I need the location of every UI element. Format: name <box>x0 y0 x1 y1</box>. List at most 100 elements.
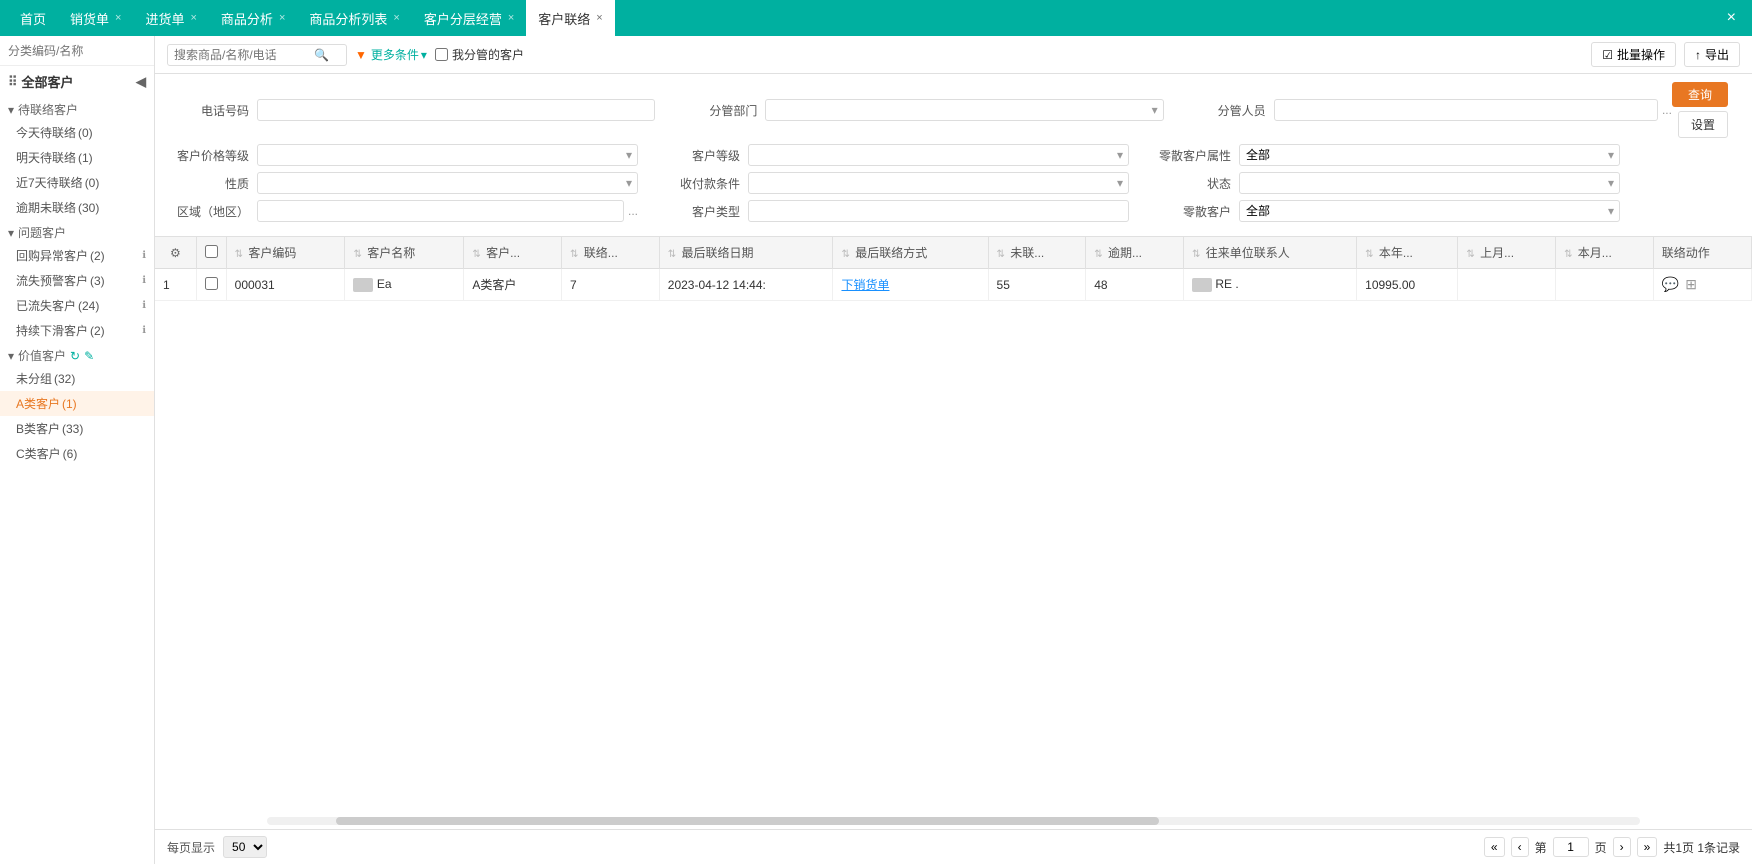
sidebar-item-class-a[interactable]: A类客户 (1) <box>0 391 154 416</box>
edit-icon[interactable]: ✎ <box>84 349 94 363</box>
nav-tab-customersegment[interactable]: 客户分层经营 × <box>412 0 526 36</box>
page-size-select[interactable]: 50 <box>223 836 267 858</box>
gear-header[interactable]: ⚙ <box>155 237 196 269</box>
last-page-button[interactable]: » <box>1637 837 1658 857</box>
person-dots[interactable]: ... <box>1662 103 1672 117</box>
comment-icon[interactable]: 💬 <box>1662 276 1679 293</box>
more-conditions-button[interactable]: ▼ 更多条件 ▾ <box>355 46 427 63</box>
sort-icon-contact[interactable]: ⇅ <box>570 249 578 260</box>
info-icon-4[interactable]: ℹ <box>142 325 146 336</box>
sidebar-item-tomorrow-pending[interactable]: 明天待联络 (1) <box>0 145 154 170</box>
sidebar-item-class-c[interactable]: C类客户 (6) <box>0 441 154 466</box>
settings-button[interactable]: 设置 <box>1678 111 1728 138</box>
sidebar-item-7days-pending[interactable]: 近7天待联络 (0) <box>0 170 154 195</box>
dots-icon: ⠿ <box>8 74 18 90</box>
sidebar-item-overdue-contact[interactable]: 逾期未联络 (30) <box>0 195 154 220</box>
sort-icon-lastway[interactable]: ⇅ <box>841 249 849 260</box>
export-button[interactable]: ↑ 导出 <box>1684 42 1740 67</box>
scatter-customer-wrapper: 全部 <box>1239 200 1620 222</box>
close-icon-productanalysis[interactable]: × <box>279 12 285 24</box>
nav-tab-purchaseorder[interactable]: 进货单 × <box>133 0 208 36</box>
sort-icon-name[interactable]: ⇅ <box>353 249 361 260</box>
my-customers-filter[interactable]: 我分管的客户 <box>435 46 524 63</box>
status-select[interactable] <box>1239 172 1620 194</box>
nature-select[interactable] <box>257 172 638 194</box>
scatter-attr-select[interactable]: 全部 <box>1239 144 1620 166</box>
all-customers-header[interactable]: ⠿ 全部客户 ◀ <box>0 66 154 97</box>
payment-wrapper <box>748 172 1129 194</box>
global-close-button[interactable]: × <box>1719 9 1744 27</box>
refresh-icon[interactable]: ↻ <box>70 349 80 363</box>
sidebar-item-ungrouped[interactable]: 未分组 (32) <box>0 366 154 391</box>
payment-select[interactable] <box>748 172 1129 194</box>
sidebar-item-class-b[interactable]: B类客户 (33) <box>0 416 154 441</box>
sort-icon-nocontact[interactable]: ⇅ <box>997 249 1005 260</box>
sidebar-item-repurchase-abnormal[interactable]: 回购异常客户 (2) ℹ <box>0 243 154 268</box>
price-level-select[interactable] <box>257 144 638 166</box>
close-icon-customersegment[interactable]: × <box>508 12 514 24</box>
filter-search-icon[interactable]: 🔍 <box>314 48 329 62</box>
scrollbar-thumb[interactable] <box>336 817 1160 825</box>
phone-input[interactable] <box>257 99 655 121</box>
select-all-checkbox[interactable] <box>205 245 218 258</box>
my-customers-checkbox[interactable] <box>435 48 448 61</box>
close-icon-salesorder[interactable]: × <box>115 12 121 24</box>
page-input[interactable] <box>1553 837 1589 857</box>
first-page-button[interactable]: « <box>1484 837 1505 857</box>
info-icon-2[interactable]: ℹ <box>142 275 146 286</box>
sidebar-item-today-pending[interactable]: 今天待联络 (0) <box>0 120 154 145</box>
query-button[interactable]: 查询 <box>1672 82 1728 107</box>
close-icon-purchaseorder[interactable]: × <box>190 12 196 24</box>
next-page-button[interactable]: › <box>1613 837 1631 857</box>
nav-home[interactable]: 首页 <box>8 0 58 36</box>
filter-search-input[interactable] <box>174 48 314 62</box>
horizontal-scrollbar[interactable] <box>267 817 1640 825</box>
sidebar-search-input[interactable] <box>8 44 155 58</box>
share-icon[interactable]: ⊞ <box>1685 276 1697 293</box>
batch-operation-button[interactable]: ☑ 批量操作 <box>1591 42 1676 67</box>
sidebar-item-churned[interactable]: 已流失客户 (24) ℹ <box>0 293 154 318</box>
checkbox-header[interactable] <box>196 237 226 269</box>
row-contact-count: 7 <box>562 269 660 301</box>
nav-tab-productanalysis[interactable]: 商品分析 × <box>209 0 297 36</box>
scatter-customer-select[interactable]: 全部 <box>1239 200 1620 222</box>
row-this-year: 10995.00 <box>1357 269 1458 301</box>
prev-page-button[interactable]: ‹ <box>1511 837 1529 857</box>
sidebar-item-declining[interactable]: 持续下滑客户 (2) ℹ <box>0 318 154 343</box>
col-header-type: ⇅ 客户... <box>464 237 562 269</box>
region-dots[interactable]: ... <box>628 204 638 218</box>
info-icon-1[interactable]: ℹ <box>142 250 146 261</box>
pending-group-label: ▾ 待联络客户 <box>0 97 154 120</box>
sort-icon-code[interactable]: ⇅ <box>235 249 243 260</box>
row-code: 000031 <box>226 269 345 301</box>
close-icon-productanalysislist[interactable]: × <box>393 12 399 24</box>
sidebar-item-churn-warning[interactable]: 流失预警客户 (3) ℹ <box>0 268 154 293</box>
row-overdue: 48 <box>1086 269 1184 301</box>
row-checkbox-cell[interactable] <box>196 269 226 301</box>
dept-select[interactable] <box>765 99 1163 121</box>
sort-icon-thismonth[interactable]: ⇅ <box>1564 249 1572 260</box>
customer-level-select[interactable] <box>748 144 1129 166</box>
customer-type-input[interactable] <box>748 200 1129 222</box>
sort-icon-contactperson[interactable]: ⇅ <box>1192 249 1200 260</box>
region-input[interactable] <box>257 200 624 222</box>
sort-icon-lastmonth[interactable]: ⇅ <box>1466 249 1474 260</box>
row-contact-person: RE . <box>1183 269 1356 301</box>
nav-tab-customercontact[interactable]: 客户联络 × <box>526 0 614 36</box>
name-avatar <box>353 278 373 292</box>
table-row: 1 000031 Ea A类客户 7 2023-04-12 14:44: 下销货… <box>155 269 1752 301</box>
sort-icon-thisyear[interactable]: ⇅ <box>1365 249 1373 260</box>
sort-icon-type[interactable]: ⇅ <box>472 249 480 260</box>
close-icon-customercontact[interactable]: × <box>596 12 602 24</box>
filter-customer-type: 客户类型 <box>658 200 1129 222</box>
nav-tab-productanalysislist[interactable]: 商品分析列表 × <box>297 0 411 36</box>
sort-icon-lastdate[interactable]: ⇅ <box>668 249 676 260</box>
nav-tab-salesorder[interactable]: 销货单 × <box>58 0 133 36</box>
info-icon-3[interactable]: ℹ <box>142 300 146 311</box>
row-checkbox[interactable] <box>205 277 218 290</box>
expand-arrow: ▾ <box>8 103 14 117</box>
person-input[interactable] <box>1274 99 1658 121</box>
collapse-icon[interactable]: ◀ <box>136 74 146 90</box>
row-last-way[interactable]: 下销货单 <box>833 269 988 301</box>
sort-icon-overdue[interactable]: ⇅ <box>1094 249 1102 260</box>
